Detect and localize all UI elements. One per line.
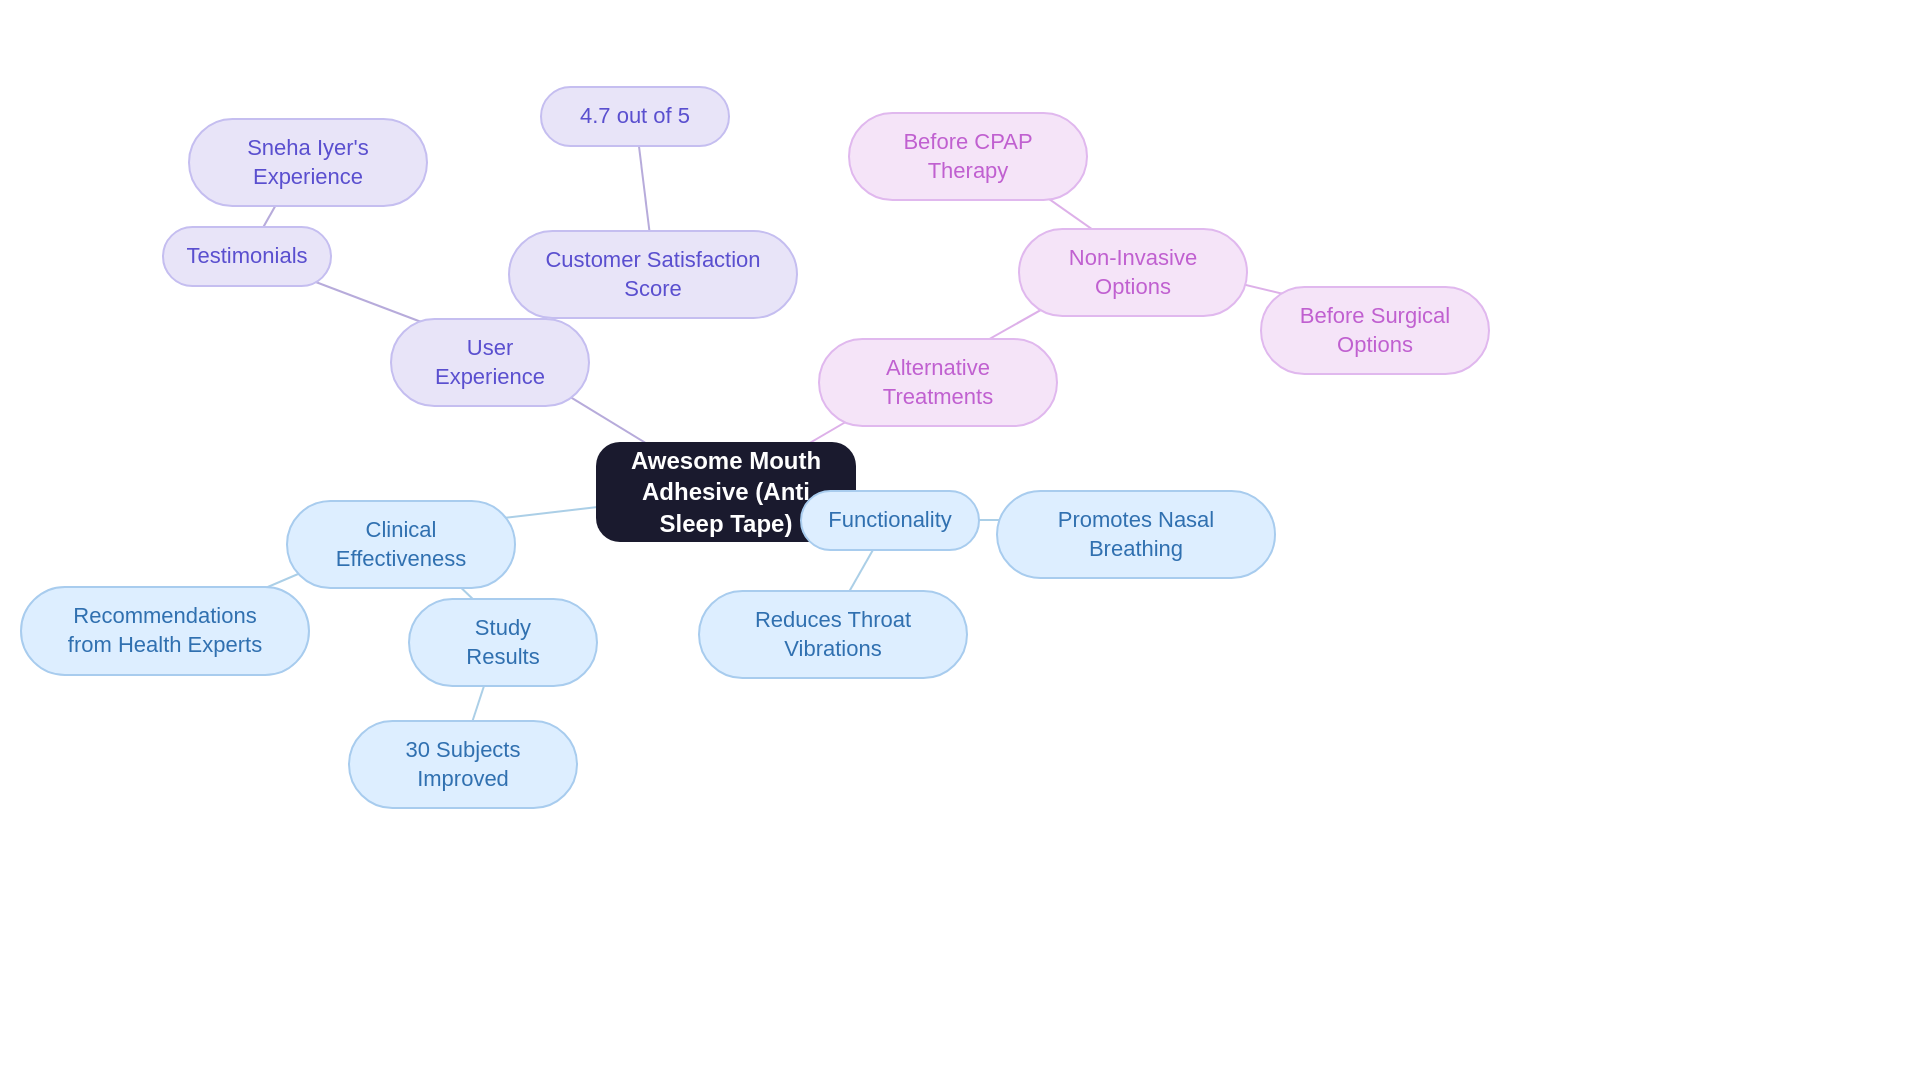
node-rating[interactable]: 4.7 out of 5 — [540, 86, 730, 147]
mindmap-container: Awesome Mouth Adhesive (Anti Sleep Tape)… — [0, 0, 1920, 1083]
node-customer-satisfaction[interactable]: Customer Satisfaction Score — [508, 230, 798, 319]
node-non-invasive[interactable]: Non-Invasive Options — [1018, 228, 1248, 317]
node-user-experience[interactable]: User Experience — [390, 318, 590, 407]
node-functionality[interactable]: Functionality — [800, 490, 980, 551]
node-before-cpap[interactable]: Before CPAP Therapy — [848, 112, 1088, 201]
node-alternative-treatments[interactable]: Alternative Treatments — [818, 338, 1058, 427]
node-before-surgical[interactable]: Before Surgical Options — [1260, 286, 1490, 375]
node-recommendations[interactable]: Recommendations from Health Experts — [20, 586, 310, 676]
node-sneha-experience[interactable]: Sneha Iyer's Experience — [188, 118, 428, 207]
node-promotes-nasal[interactable]: Promotes Nasal Breathing — [996, 490, 1276, 579]
node-reduces-throat[interactable]: Reduces Throat Vibrations — [698, 590, 968, 679]
node-30-subjects[interactable]: 30 Subjects Improved — [348, 720, 578, 809]
node-study-results[interactable]: Study Results — [408, 598, 598, 687]
node-clinical-effectiveness[interactable]: Clinical Effectiveness — [286, 500, 516, 589]
node-testimonials[interactable]: Testimonials — [162, 226, 332, 287]
